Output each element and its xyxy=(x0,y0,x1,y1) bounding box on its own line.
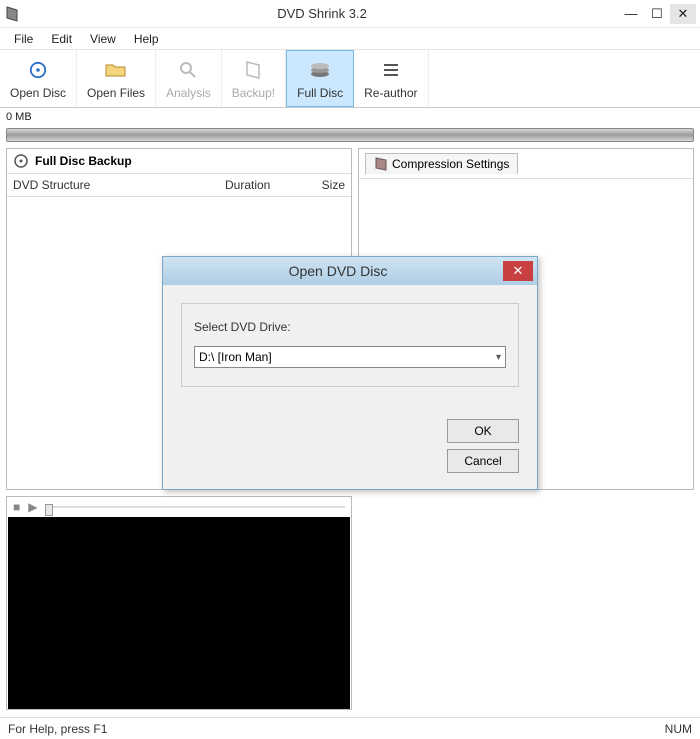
statusbar: For Help, press F1 NUM xyxy=(0,717,700,739)
col-duration[interactable]: Duration xyxy=(225,178,305,192)
disc-icon xyxy=(29,58,47,82)
play-button[interactable]: ▶ xyxy=(28,500,37,514)
dialog-title: Open DVD Disc xyxy=(173,263,503,279)
chevron-down-icon: ▾ xyxy=(496,352,501,363)
open-disc-button[interactable]: Open Disc xyxy=(0,50,77,107)
toolbar: Open Disc Open Files Analysis Backup! Fu… xyxy=(0,50,700,108)
drive-select[interactable]: D:\ [Iron Man] ▾ xyxy=(194,346,506,368)
open-dvd-dialog: Open DVD Disc ✕ Select DVD Drive: D:\ [I… xyxy=(162,256,538,490)
preview-panel: ■ ▶ xyxy=(6,496,352,710)
open-files-button[interactable]: Open Files xyxy=(77,50,156,107)
menu-edit[interactable]: Edit xyxy=(43,30,80,48)
video-preview xyxy=(8,517,350,709)
drive-label: Select DVD Drive: xyxy=(194,320,506,334)
menu-file[interactable]: File xyxy=(6,30,41,48)
stop-button[interactable]: ■ xyxy=(13,500,20,514)
titlebar: DVD Shrink 3.2 — ☐ ✕ xyxy=(0,0,700,28)
size-label: 0 MB xyxy=(0,108,700,126)
window-title: DVD Shrink 3.2 xyxy=(26,6,618,21)
left-panel-header: Full Disc Backup xyxy=(7,149,351,174)
maximize-button[interactable]: ☐ xyxy=(644,4,670,24)
search-icon xyxy=(179,58,197,82)
analysis-button: Analysis xyxy=(156,50,222,107)
left-panel-title: Full Disc Backup xyxy=(35,154,132,168)
menu-help[interactable]: Help xyxy=(126,30,167,48)
right-panel-tabs: Compression Settings xyxy=(359,149,693,179)
col-structure[interactable]: DVD Structure xyxy=(13,178,225,192)
dialog-titlebar[interactable]: Open DVD Disc ✕ xyxy=(163,257,537,285)
reauthor-button[interactable]: Re-author xyxy=(354,50,428,107)
cancel-button[interactable]: Cancel xyxy=(447,449,519,473)
status-num: NUM xyxy=(665,722,692,736)
backup-icon xyxy=(244,58,262,82)
app-icon xyxy=(4,6,20,22)
menu-view[interactable]: View xyxy=(82,30,124,48)
close-button[interactable]: ✕ xyxy=(670,4,696,24)
drive-select-value: D:\ [Iron Man] xyxy=(199,350,272,364)
column-headers: DVD Structure Duration Size xyxy=(7,174,351,197)
backup-button: Backup! xyxy=(222,50,286,107)
discs-icon xyxy=(309,58,331,82)
seek-thumb[interactable] xyxy=(45,504,53,516)
size-progress-bar xyxy=(6,128,694,142)
compression-icon xyxy=(374,157,388,171)
drive-fieldset: Select DVD Drive: D:\ [Iron Man] ▾ xyxy=(181,303,519,387)
minimize-button[interactable]: — xyxy=(618,4,644,24)
status-help: For Help, press F1 xyxy=(8,722,107,736)
folder-open-icon xyxy=(105,58,127,82)
full-disc-button[interactable]: Full Disc xyxy=(286,50,354,107)
tab-compression-label: Compression Settings xyxy=(392,157,509,171)
menubar: File Edit View Help xyxy=(0,28,700,50)
tab-compression-settings[interactable]: Compression Settings xyxy=(365,153,518,174)
seek-slider[interactable] xyxy=(45,506,345,508)
col-size[interactable]: Size xyxy=(305,178,345,192)
list-icon xyxy=(382,58,400,82)
disc-small-icon xyxy=(13,153,29,169)
ok-button[interactable]: OK xyxy=(447,419,519,443)
dialog-close-button[interactable]: ✕ xyxy=(503,261,533,281)
